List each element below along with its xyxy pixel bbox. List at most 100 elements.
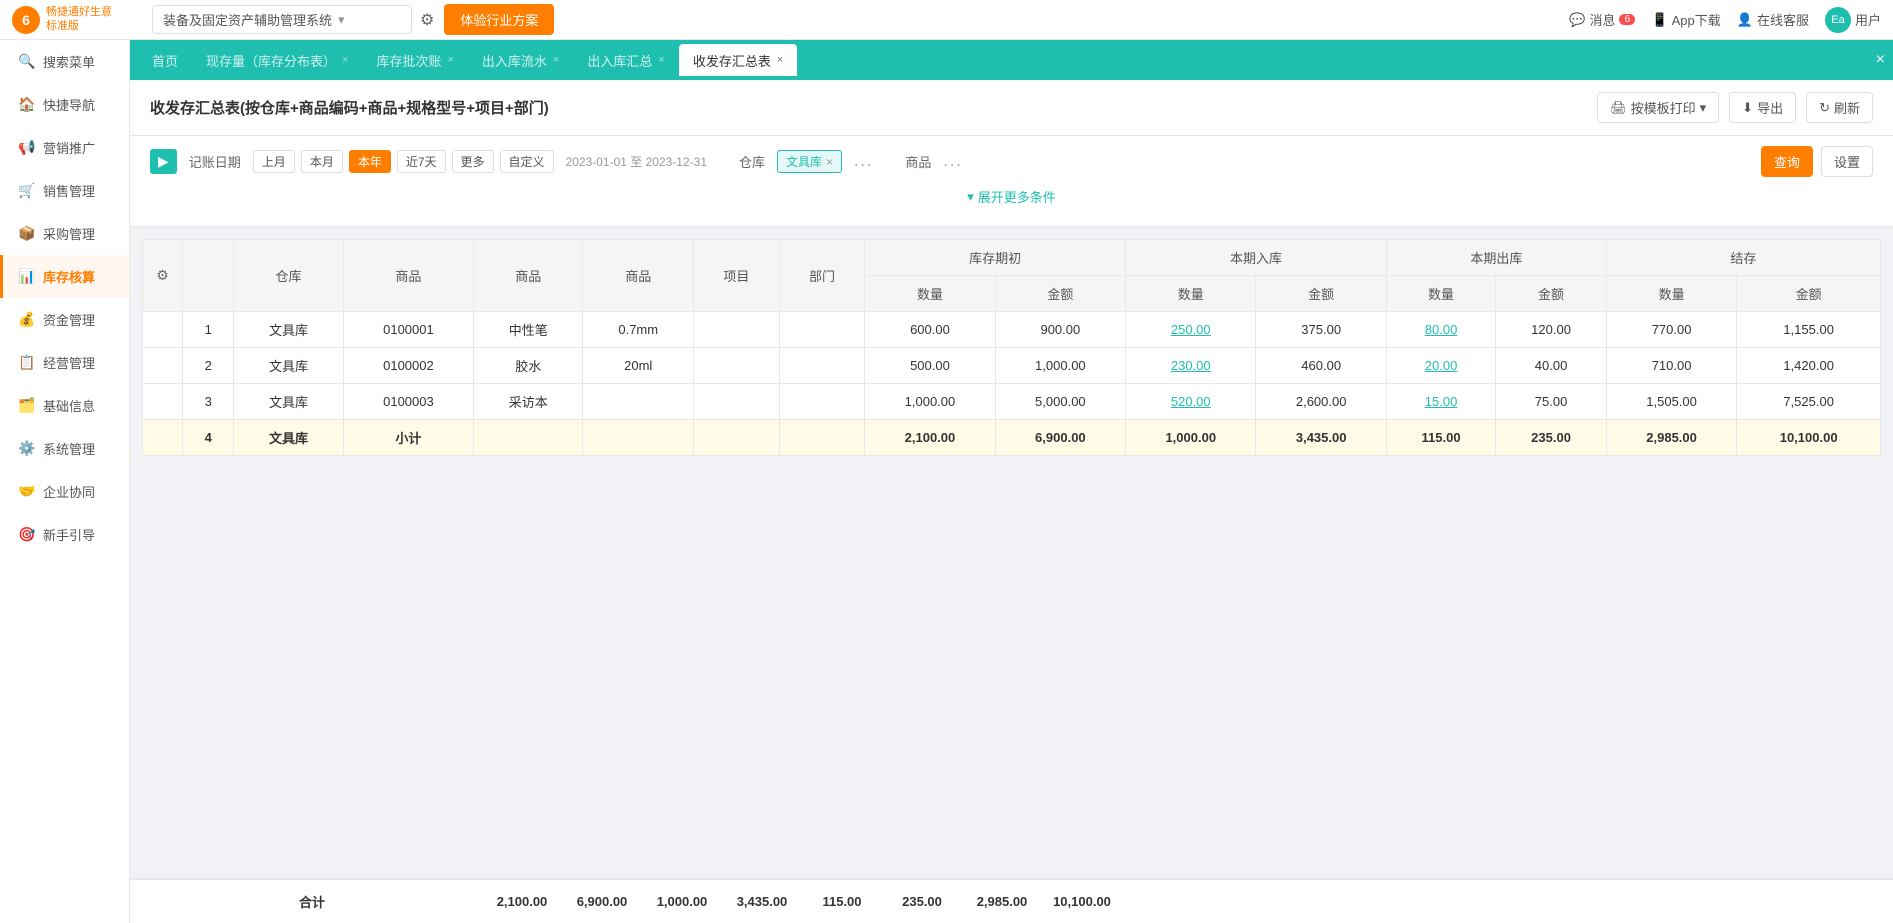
row-in-amt: 460.00 [1256,348,1386,384]
settings-button[interactable]: 设置 [1821,146,1873,177]
search-icon: 🔍 [19,54,35,70]
sidebar-item-label: 资金管理 [43,310,95,329]
query-button[interactable]: 查询 [1761,146,1813,177]
trial-button[interactable]: 体验行业方案 [444,4,554,35]
message-button[interactable]: 💬 消息 6 [1569,10,1635,29]
row-code: 0100003 [343,384,473,420]
row-out-qty[interactable]: 80.00 [1386,312,1495,348]
user-button[interactable]: Ea 用户 [1825,7,1881,33]
row-seq: 2 [183,348,234,384]
refresh-button[interactable]: ↻ 刷新 [1806,92,1873,123]
row-opening-qty: 2,100.00 [865,420,995,456]
sidebar-item-marketing[interactable]: 📢 营销推广 [0,126,129,169]
system-title: 装备及固定资产辅助管理系统 [163,10,332,29]
sidebar-item-operations[interactable]: 📋 经营管理 [0,341,129,384]
row-in-amt: 3,435.00 [1256,420,1386,456]
row-closing-amt: 1,420.00 [1737,348,1881,384]
tab-receipt-summary[interactable]: 收发存汇总表 × [679,44,797,76]
sidebar-item-label: 经营管理 [43,353,95,372]
sidebar-item-label: 搜索菜单 [43,52,95,71]
sidebar-item-search[interactable]: 🔍 搜索菜单 [0,40,129,83]
date-7-days-button[interactable]: 近7天 [397,150,446,173]
sidebar-item-enterprise[interactable]: 🤝 企业协同 [0,470,129,513]
tab-close-icon[interactable]: × [553,54,559,66]
goods-more-button[interactable]: ... [943,153,962,171]
table-subheader-in-amt: 金额 [1256,276,1386,312]
footer-out-qty: 115.00 [802,888,882,915]
message-icon: 💬 [1569,12,1585,28]
warehouse-tag-text: 文具库 [786,153,822,170]
table-header-gear: ⚙ [143,240,183,312]
row-project [694,384,780,420]
table-settings-icon[interactable]: ⚙ [156,267,169,283]
top-right-actions: 💬 消息 6 📱 App下载 👤 在线客服 Ea 用户 [1569,7,1881,33]
sidebar-item-system[interactable]: ⚙️ 系统管理 [0,427,129,470]
remove-warehouse-filter-icon[interactable]: × [826,155,833,169]
print-button[interactable]: 🖨 按模板打印 ▾ [1597,92,1719,123]
sidebar-item-label: 企业协同 [43,482,95,501]
table-header-seq [183,240,234,312]
marketing-icon: 📢 [19,140,35,156]
date-custom-button[interactable]: 自定义 [500,150,554,173]
row-in-qty[interactable]: 250.00 [1126,312,1256,348]
collapse-filter-button[interactable]: ▶ [150,149,177,174]
table-subheader-out-amt: 金额 [1496,276,1607,312]
footer-in-qty: 1,000.00 [642,888,722,915]
row-out-qty[interactable]: 15.00 [1386,384,1495,420]
sidebar-item-basic-info[interactable]: 🗂️ 基础信息 [0,384,129,427]
table-header-warehouse: 仓库 [234,240,343,312]
date-prev-month-button[interactable]: 上月 [253,150,295,173]
tab-close-icon[interactable]: × [777,54,783,66]
sidebar-item-inventory[interactable]: 📊 库存核算 [0,255,129,298]
date-this-month-button[interactable]: 本月 [301,150,343,173]
row-gear-cell [143,384,183,420]
online-service-button[interactable]: 👤 在线客服 [1737,10,1809,29]
row-opening-qty: 600.00 [865,312,995,348]
top-bar: 6 畅捷通好生意 标准版 装备及固定资产辅助管理系统 ▾ ⚙ 体验行业方案 💬 … [0,0,1893,40]
row-out-qty[interactable]: 20.00 [1386,348,1495,384]
sidebar-item-finance[interactable]: 💰 资金管理 [0,298,129,341]
logo-text: 畅捷通好生意 标准版 [46,6,112,32]
close-all-tabs-button[interactable]: × [1876,51,1885,69]
sidebar-item-purchase[interactable]: 📦 采购管理 [0,212,129,255]
date-this-year-button[interactable]: 本年 [349,150,391,173]
enterprise-icon: 🤝 [19,484,35,500]
footer-label: 合计 [142,892,482,911]
row-name: 中性笔 [474,312,583,348]
tab-stock-dist[interactable]: 现存量（库存分布表） × [192,44,362,76]
sidebar-item-quick-nav[interactable]: 🏠 快捷导航 [0,83,129,126]
sidebar-item-label: 新手引导 [43,525,95,544]
sidebar-item-label: 系统管理 [43,439,95,458]
export-button[interactable]: ⬇ 导出 [1729,92,1796,123]
tab-close-icon[interactable]: × [658,54,664,66]
goods-label: 商品 [905,152,931,171]
tab-summary[interactable]: 出入库汇总 × [573,44,678,76]
tab-close-icon[interactable]: × [342,54,348,66]
warehouse-more-button[interactable]: ... [854,153,873,171]
system-selector[interactable]: 装备及固定资产辅助管理系统 ▾ [152,5,412,34]
row-in-amt: 2,600.00 [1256,384,1386,420]
guide-icon: 🎯 [19,527,35,543]
row-in-qty[interactable]: 230.00 [1126,348,1256,384]
tab-close-icon[interactable]: × [447,54,453,66]
tab-batch[interactable]: 库存批次账 × [362,44,467,76]
warehouse-filter-tag: 文具库 × [777,150,842,173]
tab-home[interactable]: 首页 [138,44,192,76]
filter-area: ▶ 记账日期 上月 本月 本年 近7天 更多 自定义 2023-01-01 至 … [130,136,1893,227]
gear-icon[interactable]: ⚙ [420,10,434,30]
expand-more-filters-button[interactable]: ▾ 展开更多条件 [955,183,1068,210]
sidebar-item-guide[interactable]: 🎯 新手引导 [0,513,129,556]
row-closing-amt: 10,100.00 [1737,420,1881,456]
row-in-qty[interactable]: 520.00 [1126,384,1256,420]
app-download-button[interactable]: 📱 App下载 [1651,10,1720,29]
info-icon: 🗂️ [19,398,35,414]
date-more-button[interactable]: 更多 [452,150,494,173]
row-gear-cell [143,348,183,384]
row-out-qty: 115.00 [1386,420,1495,456]
table-subheader-in-qty: 数量 [1126,276,1256,312]
table-header-spec: 商品 [583,240,694,312]
sidebar-item-sales[interactable]: 🛒 销售管理 [0,169,129,212]
tab-flow[interactable]: 出入库流水 × [468,44,573,76]
footer-opening-qty: 2,100.00 [482,888,562,915]
table-header-closing: 结存 [1606,240,1880,276]
